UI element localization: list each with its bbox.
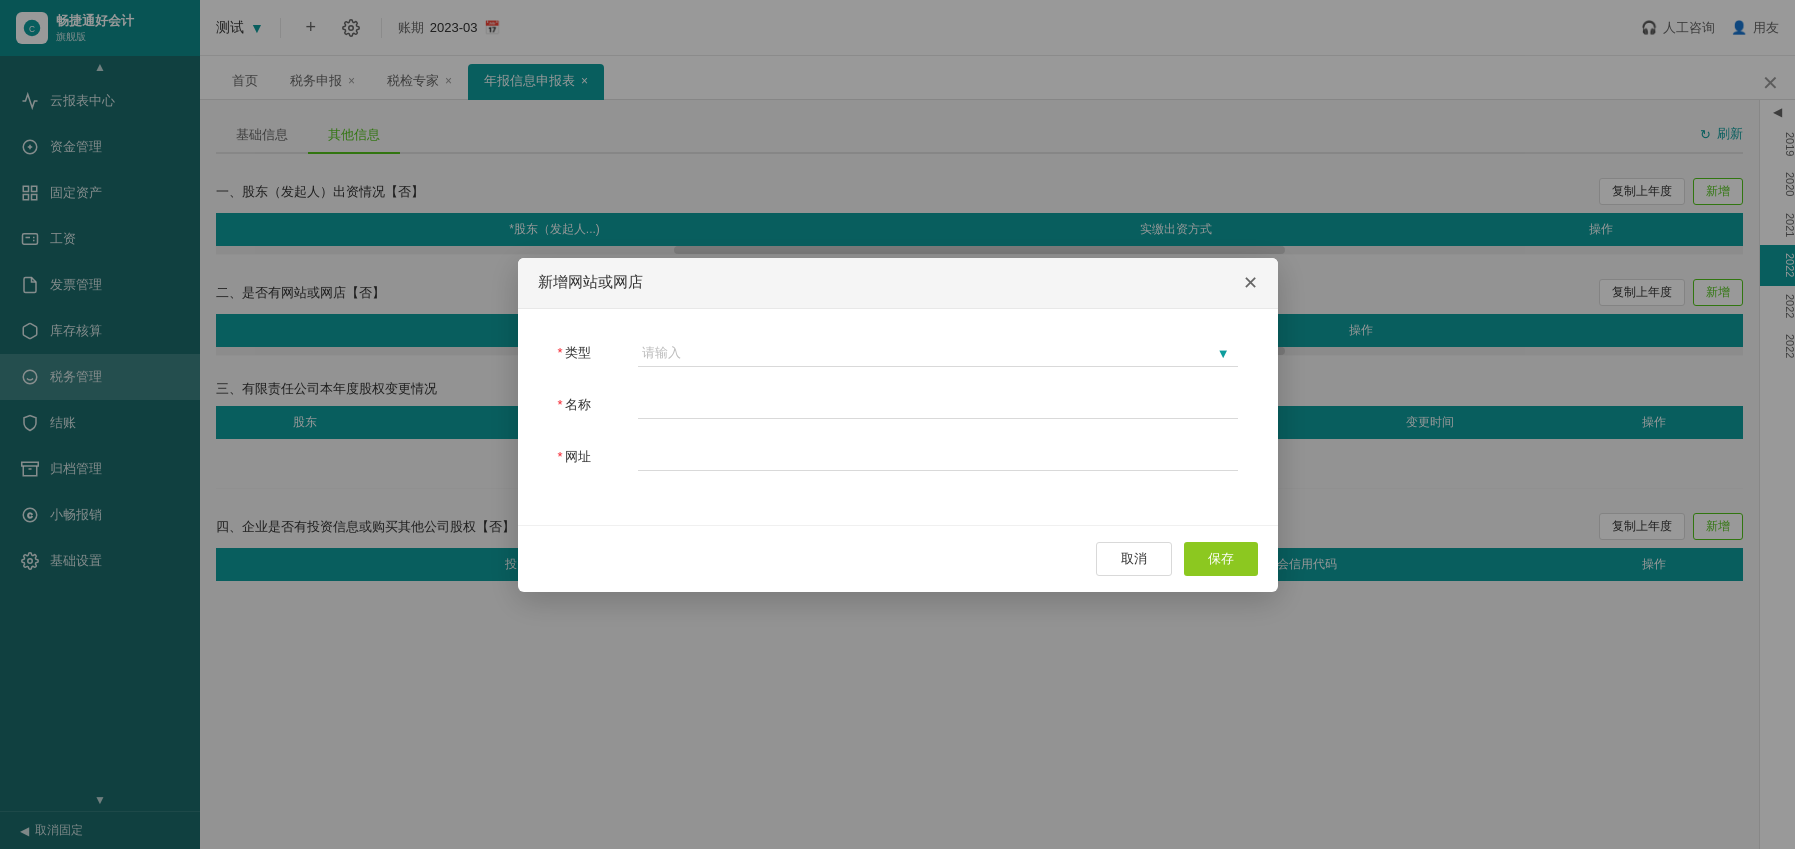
form-item-type: *类型 ▼ (558, 339, 1238, 367)
form-item-name: *名称 (558, 391, 1238, 419)
form-label-type: *类型 (558, 344, 638, 362)
modal-close-icon[interactable]: ✕ (1243, 272, 1258, 294)
url-input[interactable] (638, 443, 1238, 471)
cancel-button[interactable]: 取消 (1096, 542, 1172, 576)
modal-header: 新增网站或网店 ✕ (518, 258, 1278, 309)
name-input[interactable] (638, 391, 1238, 419)
form-label-name: *名称 (558, 396, 638, 414)
modal-footer: 取消 保存 (518, 525, 1278, 592)
form-input-wrap-name (638, 391, 1238, 419)
form-label-url: *网址 (558, 448, 638, 466)
type-input[interactable] (638, 339, 1238, 367)
form-input-wrap-type: ▼ (638, 339, 1238, 367)
save-button[interactable]: 保存 (1184, 542, 1258, 576)
form-item-url: *网址 (558, 443, 1238, 471)
modal-overlay[interactable]: 新增网站或网店 ✕ *类型 ▼ *名称 (0, 0, 1795, 849)
modal-body: *类型 ▼ *名称 *网址 (518, 309, 1278, 525)
type-dropdown-icon: ▼ (1217, 345, 1230, 360)
form-input-wrap-url (638, 443, 1238, 471)
modal-add-website: 新增网站或网店 ✕ *类型 ▼ *名称 (518, 258, 1278, 592)
modal-title: 新增网站或网店 (538, 273, 643, 292)
